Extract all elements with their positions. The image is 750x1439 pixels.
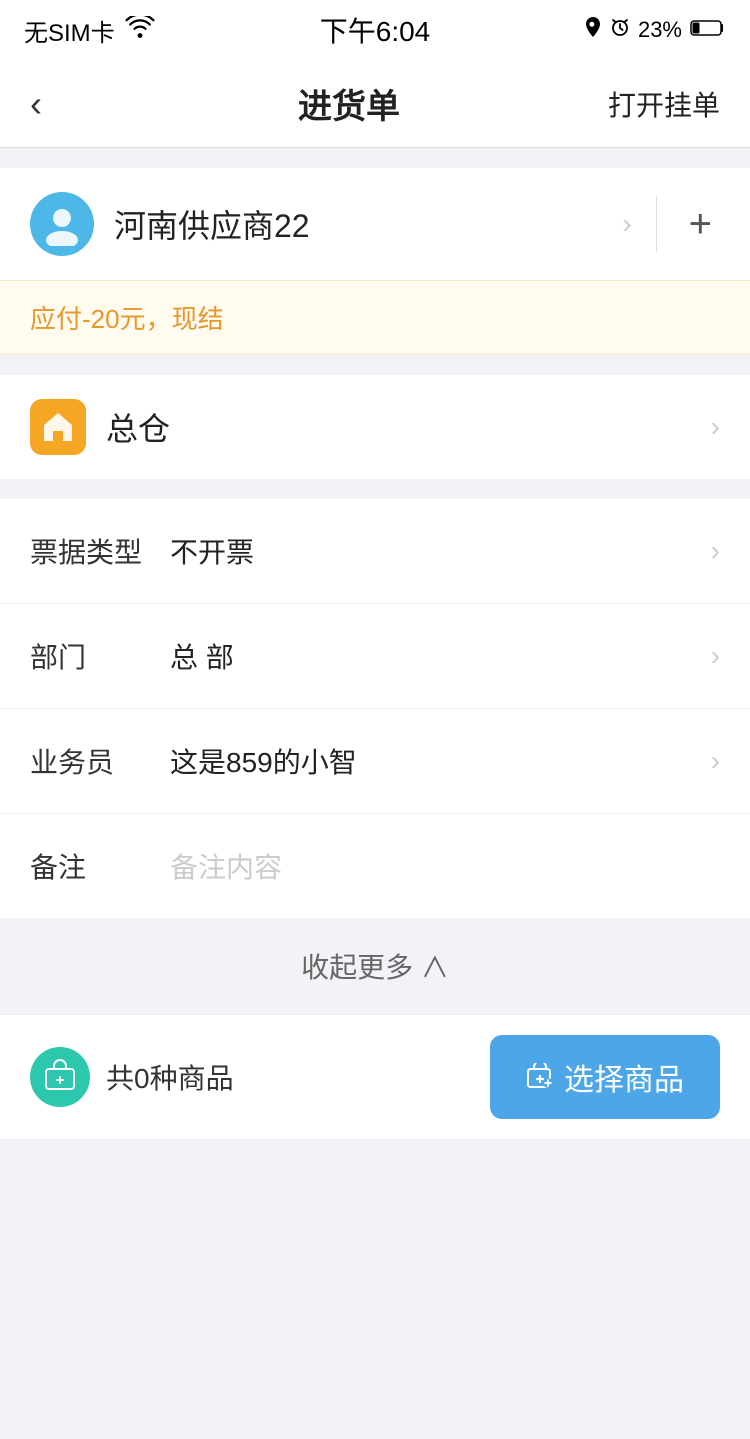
- invoice-type-chevron-icon: ›: [711, 535, 720, 567]
- department-row[interactable]: 部门 总 部 ›: [0, 603, 750, 708]
- product-icon-wrap: [30, 1047, 90, 1107]
- supplier-name: 河南供应商22: [114, 201, 622, 247]
- invoice-type-row[interactable]: 票据类型 不开票 ›: [0, 499, 750, 603]
- product-count-label: 共0种商品: [106, 1057, 490, 1097]
- warehouse-row[interactable]: 总仓 ›: [0, 375, 750, 479]
- alarm-icon: [610, 16, 630, 44]
- notice-banner: 应付-20元，现结: [0, 280, 750, 355]
- department-value: 总 部: [150, 636, 711, 676]
- battery-label: 23%: [638, 17, 682, 43]
- invoice-type-label: 票据类型: [30, 531, 150, 571]
- divider: [656, 196, 657, 252]
- section-gap-1: [0, 148, 750, 168]
- form-section: 票据类型 不开票 › 部门 总 部 › 业务员 这是859的小智 › 备注 备注…: [0, 499, 750, 918]
- status-bar-right: 23%: [584, 16, 726, 44]
- invoice-type-value: 不开票: [150, 531, 711, 571]
- department-chevron-icon: ›: [711, 640, 720, 672]
- remark-row[interactable]: 备注 备注内容: [0, 813, 750, 918]
- battery-icon: [690, 17, 726, 43]
- product-bar: 共0种商品 选择商品: [0, 1014, 750, 1139]
- select-product-button[interactable]: 选择商品: [490, 1035, 720, 1119]
- open-pending-button[interactable]: 打开挂单: [608, 84, 720, 124]
- salesman-row[interactable]: 业务员 这是859的小智 ›: [0, 708, 750, 813]
- add-supplier-button[interactable]: +: [681, 198, 720, 251]
- warehouse-chevron-icon: ›: [711, 411, 720, 443]
- select-product-icon: [526, 1063, 554, 1091]
- remark-value: 备注内容: [150, 846, 720, 886]
- status-bar: 无SIM卡 下午6:04 23%: [0, 0, 750, 60]
- supplier-section: 河南供应商22 › + 应付-20元，现结: [0, 168, 750, 355]
- wifi-icon: [125, 16, 155, 45]
- salesman-value: 这是859的小智: [150, 741, 711, 781]
- carrier-label: 无SIM卡: [24, 13, 115, 48]
- nav-bar: ‹ 进货单 打开挂单: [0, 60, 750, 148]
- warehouse-section: 总仓 ›: [0, 375, 750, 479]
- collapse-label: 收起更多 ∧: [301, 946, 449, 986]
- supplier-chevron-icon: ›: [622, 208, 631, 240]
- status-bar-left: 无SIM卡: [24, 13, 155, 48]
- department-label: 部门: [30, 636, 150, 676]
- supplier-row[interactable]: 河南供应商22 › +: [0, 168, 750, 280]
- warehouse-name: 总仓: [106, 404, 711, 450]
- remark-label: 备注: [30, 846, 150, 886]
- back-button[interactable]: ‹: [30, 83, 90, 125]
- select-product-label: 选择商品: [564, 1055, 684, 1099]
- location-icon: [584, 16, 602, 44]
- salesman-chevron-icon: ›: [711, 745, 720, 777]
- page-background: [0, 1139, 750, 1439]
- section-gap-2: [0, 355, 750, 375]
- section-gap-3: [0, 479, 750, 499]
- page-title: 进货单: [298, 79, 400, 128]
- status-bar-time: 下午6:04: [320, 10, 431, 50]
- collapse-button[interactable]: 收起更多 ∧: [0, 918, 750, 1014]
- salesman-label: 业务员: [30, 741, 150, 781]
- warehouse-icon: [30, 399, 86, 455]
- supplier-avatar: [30, 192, 94, 256]
